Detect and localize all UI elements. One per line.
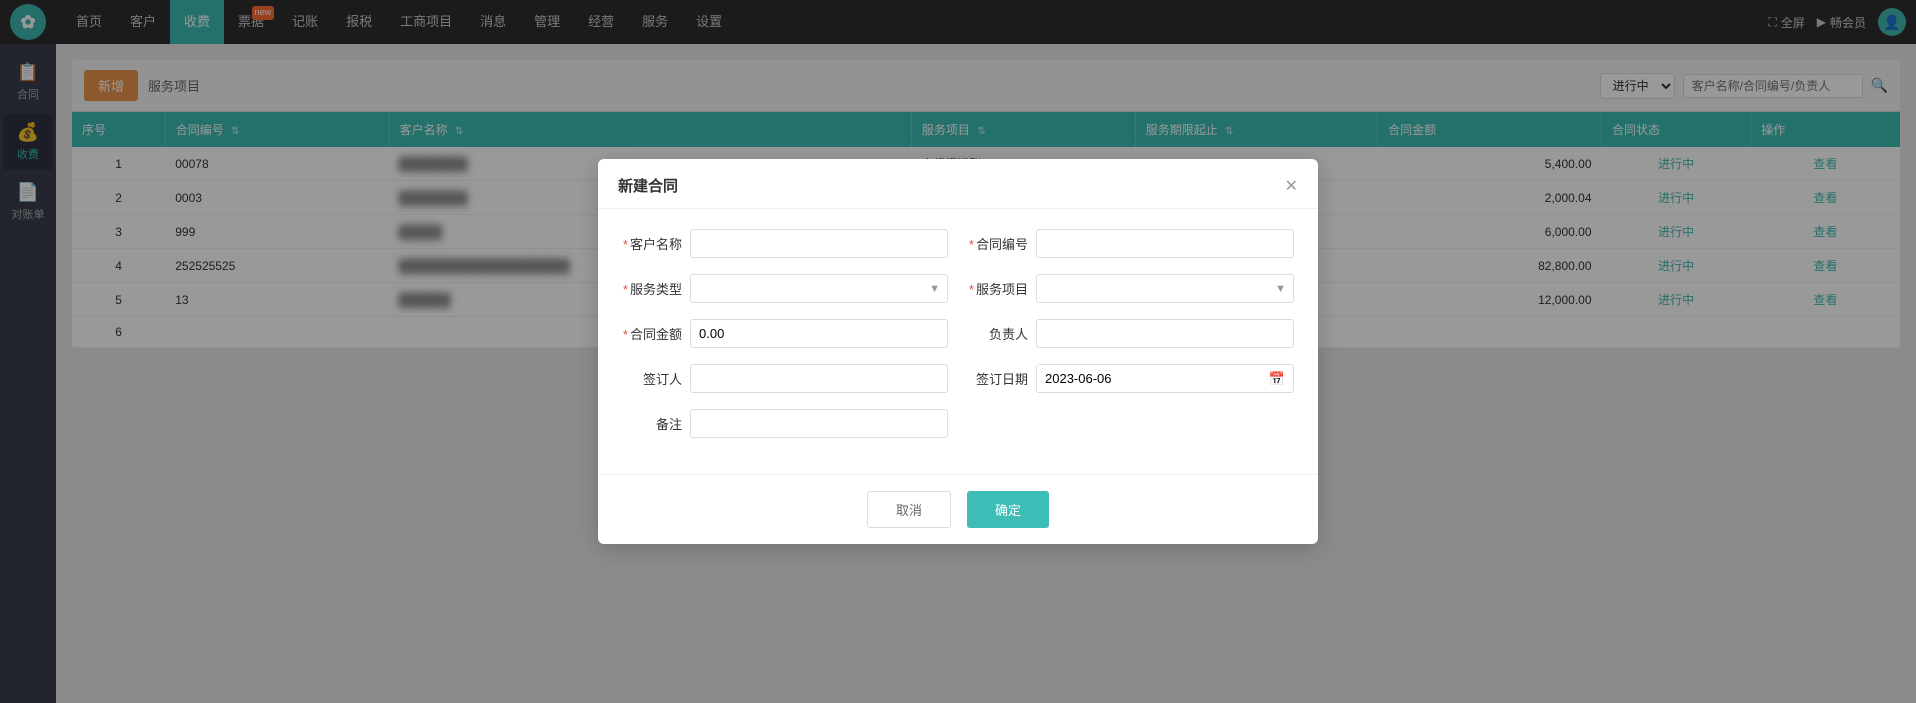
- calendar-icon[interactable]: 📅: [1261, 371, 1293, 387]
- remarks-label: 备注: [622, 414, 682, 433]
- contract-no-label: *合同编号: [968, 234, 1028, 253]
- service-item-select[interactable]: [1036, 274, 1294, 303]
- person-in-charge-label: 负责人: [968, 324, 1028, 343]
- service-type-label: *服务类型: [622, 279, 682, 298]
- customer-name-input[interactable]: [690, 229, 948, 258]
- service-type-select[interactable]: [690, 274, 948, 303]
- form-group-remarks: 备注: [622, 409, 948, 438]
- new-contract-modal: 新建合同 ✕ *客户名称 *合同编号: [598, 159, 1318, 544]
- form-group-customer: *客户名称: [622, 229, 948, 258]
- customer-name-label: *客户名称: [622, 234, 682, 253]
- cancel-button[interactable]: 取消: [867, 491, 951, 528]
- form-group-amount: *合同金额: [622, 319, 948, 348]
- form-row-4: 签订人 签订日期 📅: [622, 364, 1294, 393]
- signatory-input[interactable]: [690, 364, 948, 393]
- service-item-label: *服务项目: [968, 279, 1028, 298]
- signatory-label: 签订人: [622, 369, 682, 388]
- form-group-sign-date: 签订日期 📅: [968, 364, 1294, 393]
- contract-amount-input[interactable]: [690, 319, 948, 348]
- modal-footer: 取消 确定: [598, 474, 1318, 544]
- modal-body: *客户名称 *合同编号 *服务类型: [598, 209, 1318, 474]
- modal-close-button[interactable]: ✕: [1285, 176, 1298, 196]
- form-row-3: *合同金额 负责人: [622, 319, 1294, 348]
- modal-title: 新建合同: [618, 175, 678, 196]
- service-item-select-wrapper: ▼: [1036, 274, 1294, 303]
- form-group-contract-no: *合同编号: [968, 229, 1294, 258]
- sign-date-label: 签订日期: [968, 369, 1028, 388]
- form-group-person: 负责人: [968, 319, 1294, 348]
- form-row-1: *客户名称 *合同编号: [622, 229, 1294, 258]
- remarks-input[interactable]: [690, 409, 948, 438]
- modal-header: 新建合同 ✕: [598, 159, 1318, 209]
- contract-amount-label: *合同金额: [622, 324, 682, 343]
- sign-date-input-wrapper: 📅: [1036, 364, 1294, 393]
- form-row-5: 备注: [622, 409, 1294, 438]
- modal-overlay[interactable]: 新建合同 ✕ *客户名称 *合同编号: [0, 0, 1916, 703]
- confirm-button[interactable]: 确定: [967, 491, 1049, 528]
- form-row-2: *服务类型 ▼ *服务项目: [622, 274, 1294, 303]
- person-in-charge-input[interactable]: [1036, 319, 1294, 348]
- service-type-select-wrapper: ▼: [690, 274, 948, 303]
- form-group-service-item: *服务项目 ▼: [968, 274, 1294, 303]
- form-group-signatory: 签订人: [622, 364, 948, 393]
- form-group-service-type: *服务类型 ▼: [622, 274, 948, 303]
- sign-date-input[interactable]: [1037, 365, 1261, 392]
- contract-no-input[interactable]: [1036, 229, 1294, 258]
